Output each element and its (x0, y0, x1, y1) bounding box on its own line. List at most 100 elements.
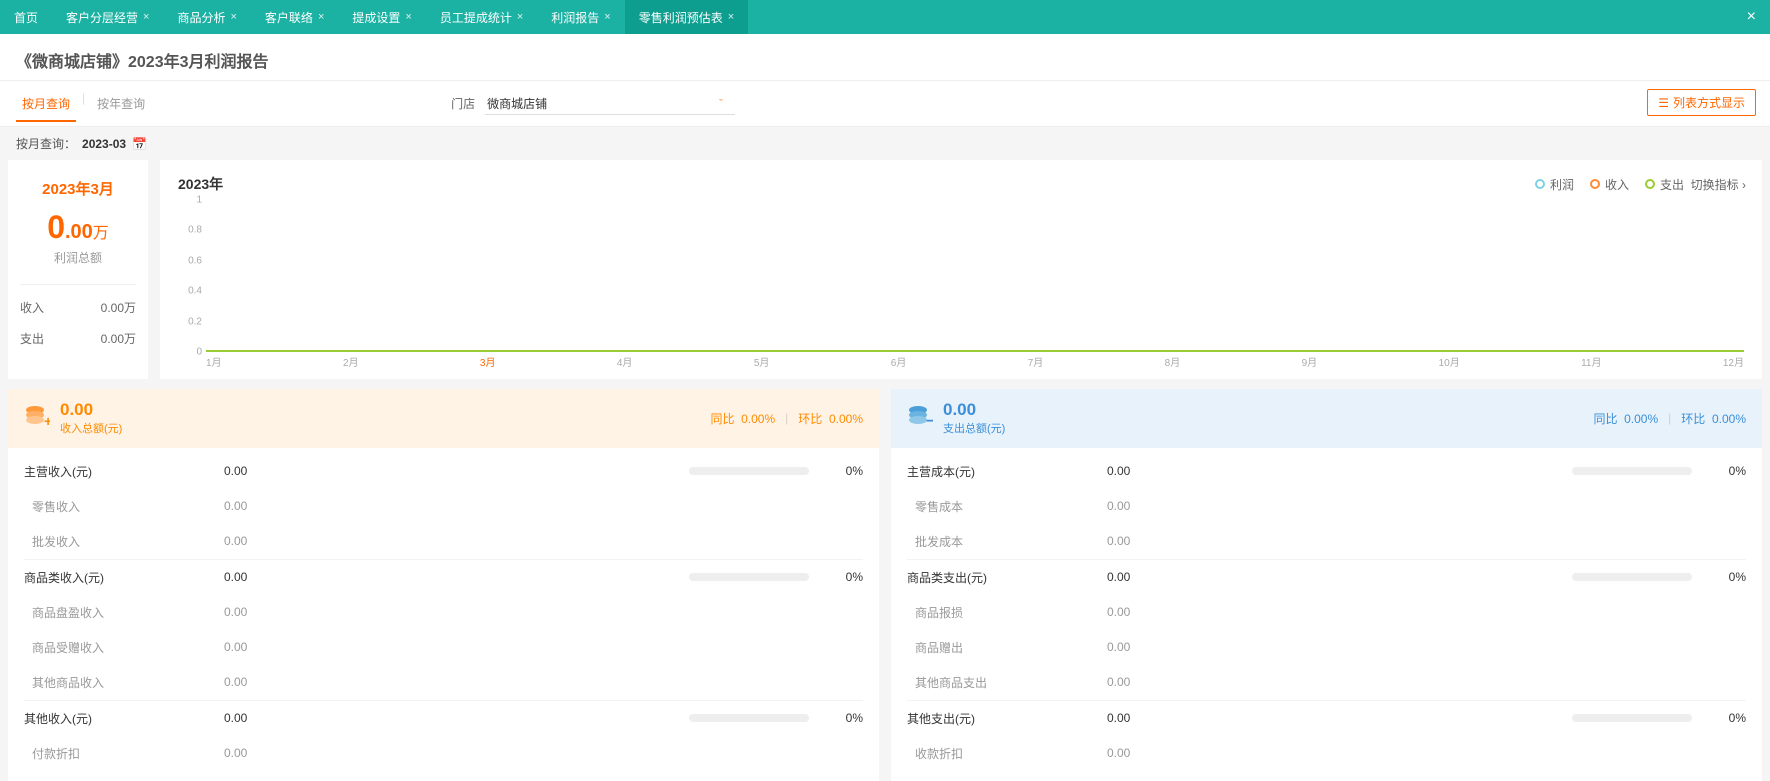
tab-month-query[interactable]: 按月查询 (16, 91, 76, 116)
store-label: 门店 (451, 95, 475, 112)
x-tick: 2月 (343, 354, 359, 370)
filter-date-value[interactable]: 2023-03 (82, 137, 126, 151)
data-row-sub: 商品盘盈收入0.00 (24, 595, 863, 630)
top-tab[interactable]: 提成设置× (338, 0, 425, 34)
close-icon[interactable]: × (604, 11, 610, 23)
x-tick: 9月 (1302, 354, 1318, 370)
row-label: 商品盘盈收入 (24, 604, 224, 621)
income-panel-head: + 0.00 收入总额(元) 同比 0.00% | 环比 0.00% (8, 389, 879, 448)
close-icon[interactable]: × (517, 11, 523, 23)
row-value: 0.00 (224, 534, 344, 548)
y-tick: 0.6 (188, 255, 202, 266)
expense-panel-head: − 0.00 支出总额(元) 同比 0.00% | 环比 0.00% (891, 389, 1762, 448)
data-row-sub: 其他商品支出0.00 (907, 665, 1746, 700)
legend-item[interactable]: 支出 (1645, 176, 1684, 193)
tab-year-query[interactable]: 按年查询 (91, 91, 151, 116)
row-value: 0.00 (1107, 711, 1227, 725)
chart-zero-line (206, 350, 1744, 352)
top-tab[interactable]: 零售利润预估表× (625, 0, 748, 34)
row-value: 0.00 (224, 464, 344, 478)
expense-icon: − (907, 402, 933, 434)
x-tick: 10月 (1439, 354, 1460, 370)
data-row-sub: 商品报损0.00 (907, 595, 1746, 630)
x-tick: 8月 (1165, 354, 1181, 370)
y-tick: 1 (196, 195, 202, 206)
income-yoy: 同比 0.00% (710, 410, 775, 427)
store-select[interactable]: 门店 ˇ (451, 92, 723, 115)
chart-title: 2023年 (178, 174, 223, 194)
close-icon[interactable]: × (728, 11, 734, 23)
top-tab[interactable]: 首页 (0, 0, 52, 34)
top-tab[interactable]: 客户联络× (251, 0, 338, 34)
income-amount: 0.00 (60, 401, 122, 420)
row-label: 其他商品收入 (24, 674, 224, 691)
summary-income-label: 收入 (20, 299, 44, 316)
progress-bar (689, 714, 809, 722)
close-icon[interactable]: × (230, 11, 236, 23)
row-value: 0.00 (224, 640, 344, 654)
close-icon[interactable]: × (318, 11, 324, 23)
top-tab[interactable]: 客户分层经营× (52, 0, 163, 34)
store-input[interactable] (485, 92, 735, 115)
data-row-sub: 付款折扣0.00 (24, 736, 863, 771)
row-value: 0.00 (224, 605, 344, 619)
row-value: 0.00 (1107, 605, 1227, 619)
data-row-main: 商品类收入(元)0.00 0% (24, 559, 863, 595)
close-icon[interactable]: × (143, 11, 149, 23)
x-tick: 1月 (206, 354, 222, 370)
row-value: 0.00 (1107, 675, 1227, 689)
row-label: 主营收入(元) (24, 463, 224, 480)
legend-label: 收入 (1605, 176, 1629, 193)
income-panel: + 0.00 收入总额(元) 同比 0.00% | 环比 0.00% 主营收入(… (8, 389, 879, 781)
x-tick: 5月 (754, 354, 770, 370)
chevron-down-icon[interactable]: ˇ (719, 98, 723, 110)
row-value: 0.00 (1107, 464, 1227, 478)
y-tick: 0.4 (188, 286, 202, 297)
close-icon[interactable]: × (405, 11, 411, 23)
data-row-sub: 商品赠出0.00 (907, 630, 1746, 665)
expense-amount: 0.00 (943, 401, 1005, 420)
legend-dot-icon (1590, 179, 1600, 189)
top-tab[interactable]: 商品分析× (163, 0, 250, 34)
summary-expense-row: 支出 0.00万 (20, 330, 136, 347)
row-label: 批发收入 (24, 533, 224, 550)
calendar-icon[interactable]: 📅 (132, 137, 147, 151)
data-row-sub: 批发成本0.00 (907, 524, 1746, 559)
filter-line: 按月查询： 2023-03 📅 (0, 127, 1770, 160)
expense-panel: − 0.00 支出总额(元) 同比 0.00% | 环比 0.00% 主营成本(… (891, 389, 1762, 781)
progress-bar (1572, 714, 1692, 722)
filter-label: 按月查询： (16, 135, 76, 152)
data-row-main: 其他收入(元)0.000% (24, 700, 863, 736)
expense-yoy: 同比 0.00% (1593, 410, 1658, 427)
row-label: 商品报损 (907, 604, 1107, 621)
top-tab[interactable]: 员工提成统计× (426, 0, 537, 34)
close-all-icon[interactable]: × (1739, 0, 1764, 34)
row-value: 0.00 (224, 499, 344, 513)
row-value: 0.00 (224, 570, 344, 584)
summary-income-value: 0.00万 (101, 299, 136, 316)
row-label: 商品类收入(元) (24, 569, 224, 586)
x-tick: 11月 (1581, 354, 1601, 370)
income-mom: 环比 0.00% (798, 410, 863, 427)
x-tick: 3月 (480, 354, 496, 370)
data-row-sub: 零售成本0.00 (907, 489, 1746, 524)
x-tick: 4月 (617, 354, 633, 370)
legend-item[interactable]: 利润 (1535, 176, 1574, 193)
legend-dot-icon (1645, 179, 1655, 189)
row-value: 0.00 (1107, 746, 1227, 760)
toggle-metric-link[interactable]: 切换指标 › (1691, 176, 1746, 193)
top-tab[interactable]: 利润报告× (537, 0, 624, 34)
summary-expense-value: 0.00万 (101, 330, 136, 347)
data-row-main: 其他支出(元)0.000% (907, 700, 1746, 736)
data-row-main: 主营收入(元)0.00 0% (24, 454, 863, 489)
row-percent: 0% (823, 464, 863, 478)
list-view-label: 列表方式显示 (1673, 94, 1745, 111)
legend-dot-icon (1535, 179, 1545, 189)
legend-item[interactable]: 收入 (1590, 176, 1629, 193)
row-percent: 0% (823, 570, 863, 584)
row-label: 其他支出(元) (907, 710, 1107, 727)
x-tick: 6月 (891, 354, 907, 370)
y-tick: 0.2 (188, 316, 202, 327)
legend-label: 利润 (1550, 176, 1574, 193)
list-view-button[interactable]: ☰ 列表方式显示 (1647, 89, 1756, 116)
